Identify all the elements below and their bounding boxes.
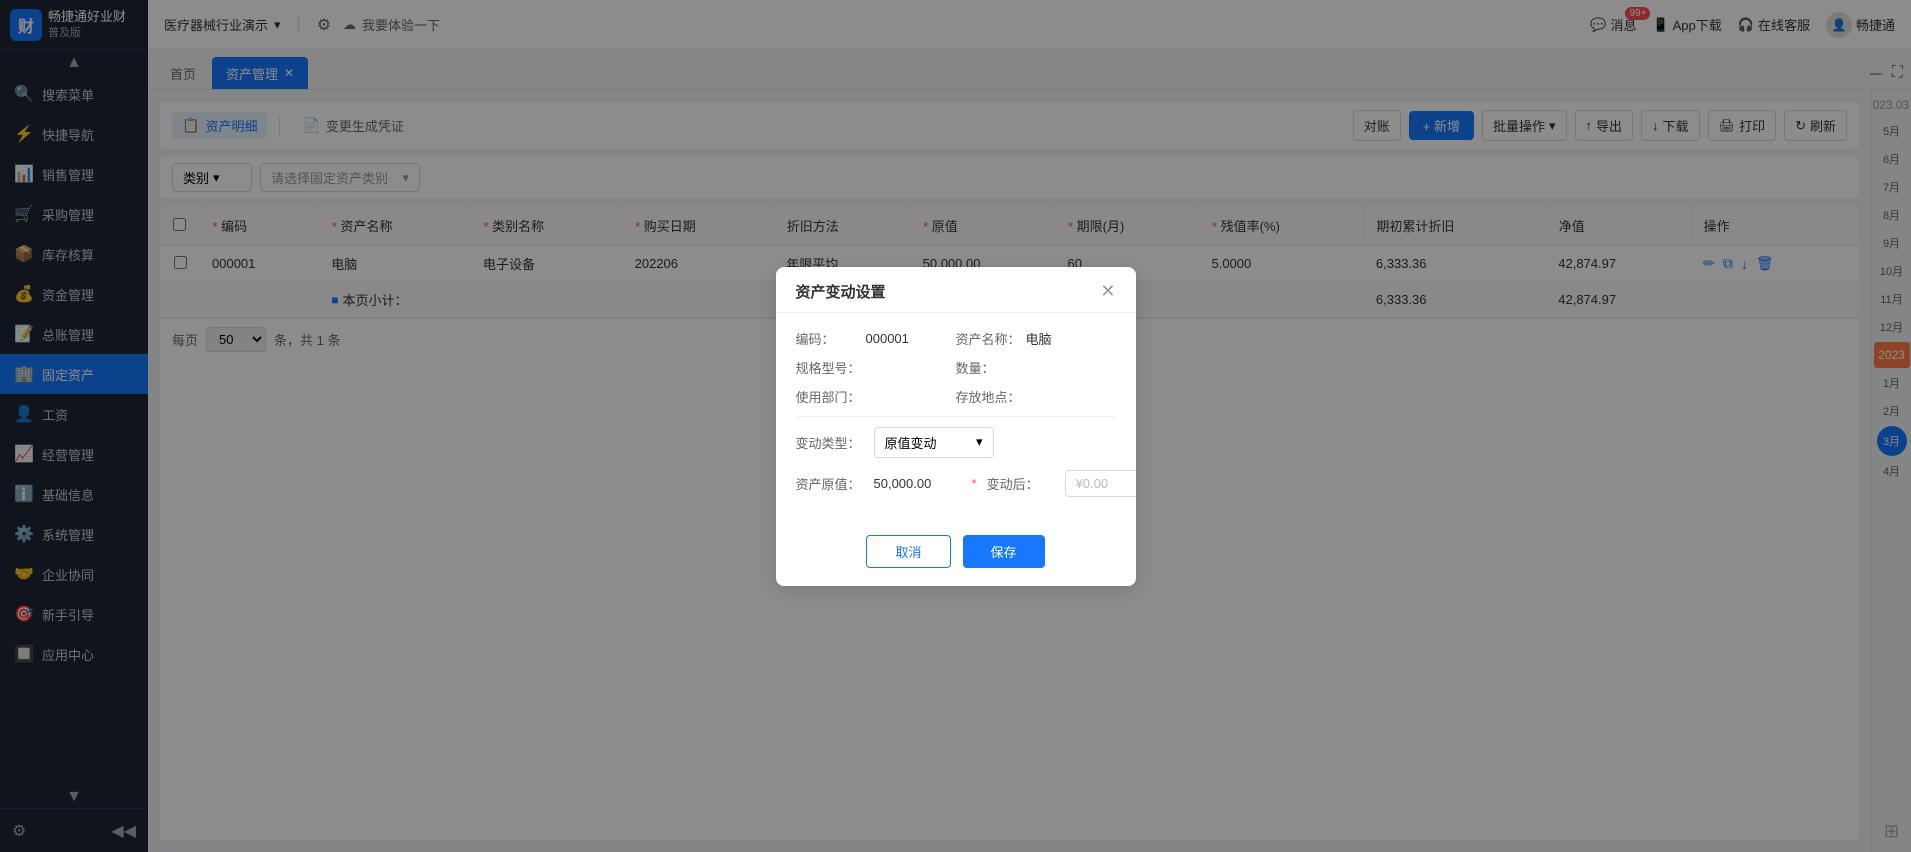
dialog-after-required: * xyxy=(972,476,977,491)
dialog-code-value: 000001 xyxy=(866,331,956,346)
dialog-row-spec: 规格型号： 数量： xyxy=(796,358,1116,377)
dialog-qty-label: 数量： xyxy=(956,358,1026,377)
dialog-after-input[interactable] xyxy=(1065,470,1136,497)
dialog-spec-label: 规格型号： xyxy=(796,358,866,377)
dialog-title: 资产变动设置 xyxy=(796,281,886,302)
dialog-footer: 取消 保存 xyxy=(776,525,1136,586)
dialog-row-dept: 使用部门： 存放地点： xyxy=(796,387,1116,406)
dialog-row-code: 编码： 000001 资产名称： 电脑 xyxy=(796,329,1116,348)
dialog-location-label: 存放地点： xyxy=(956,387,1026,406)
dialog-divider xyxy=(796,416,1116,417)
dialog-header: 资产变动设置 ✕ xyxy=(776,267,1136,313)
dialog-close-btn[interactable]: ✕ xyxy=(1100,281,1115,302)
dialog-after-label: 变动后： xyxy=(987,474,1057,493)
dialog-value-row: 资产原值： 50,000.00 * 变动后： xyxy=(796,470,1116,497)
dialog-overlay: 资产变动设置 ✕ 编码： 000001 资产名称： 电脑 规格型号： 数量： 使… xyxy=(0,0,1911,852)
dialog-name-label: 资产名称： xyxy=(956,329,1026,348)
dialog-change-type-select[interactable]: 原值变动 ▾ xyxy=(874,427,994,458)
dialog-name-value: 电脑 xyxy=(1026,329,1116,348)
change-type-dropdown-icon: ▾ xyxy=(976,434,983,450)
dialog-change-type-label: 变动类型： xyxy=(796,433,866,452)
dialog-original-value-display: 50,000.00 xyxy=(874,476,964,491)
dialog-cancel-btn[interactable]: 取消 xyxy=(866,535,950,568)
dialog-body: 编码： 000001 资产名称： 电脑 规格型号： 数量： 使用部门： 存放地点… xyxy=(776,313,1136,525)
dialog-code-label: 编码： xyxy=(796,329,866,348)
dialog-change-type-row: 变动类型： 原值变动 ▾ xyxy=(796,427,1116,458)
asset-change-dialog: 资产变动设置 ✕ 编码： 000001 资产名称： 电脑 规格型号： 数量： 使… xyxy=(776,267,1136,586)
dialog-save-btn[interactable]: 保存 xyxy=(963,535,1045,568)
dialog-original-value-label: 资产原值： xyxy=(796,474,866,493)
dialog-dept-label: 使用部门： xyxy=(796,387,866,406)
